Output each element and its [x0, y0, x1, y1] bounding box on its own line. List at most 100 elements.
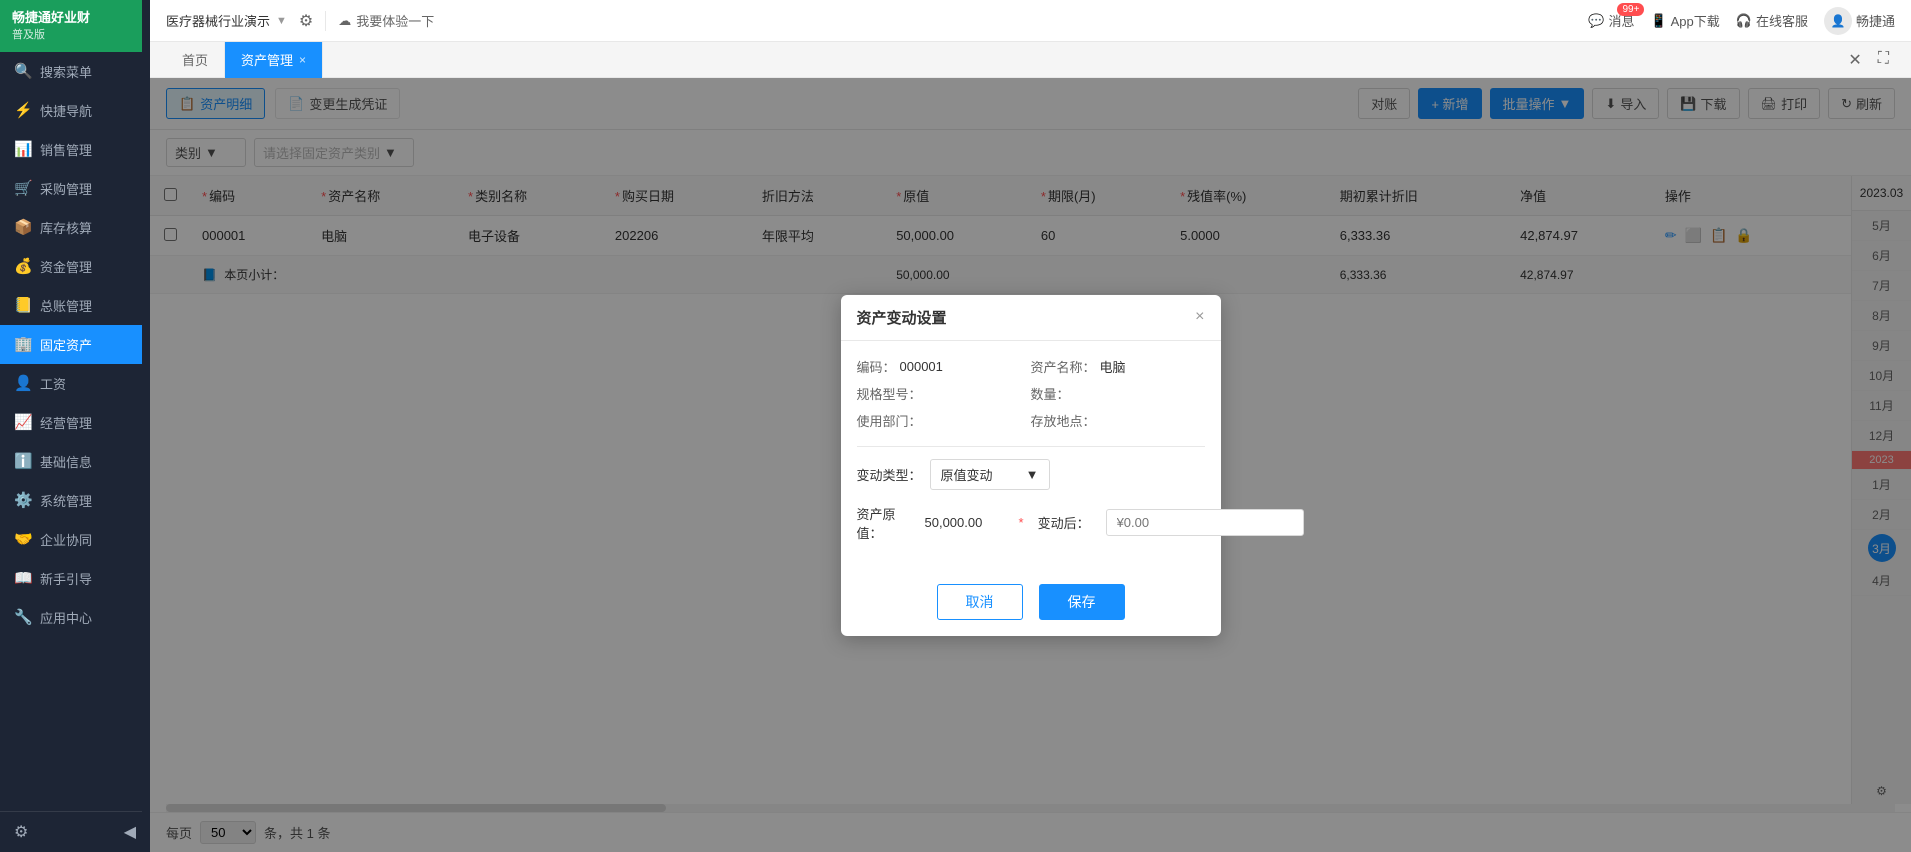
window-close-icon[interactable]: ✕ [1842, 50, 1867, 70]
menu-label: 工资 [40, 374, 66, 393]
message-badge: 99+ [1617, 3, 1644, 16]
tab-home[interactable]: 首页 [166, 42, 225, 78]
message-button[interactable]: 💬 消息 99+ [1588, 11, 1634, 30]
sidebar-logo: 畅捷通好业财 普及版 [0, 0, 150, 52]
menu-label: 固定资产 [40, 335, 92, 354]
tabbar: 首页 资产管理 × ✕ ⛶ [150, 42, 1911, 78]
change-type-label: 变动类型： [857, 465, 922, 484]
req-star-icon: * [1019, 515, 1024, 530]
department-label: 使用部门： [857, 411, 922, 430]
sidebar-bottom: ⚙ ◀ [0, 811, 150, 852]
asset-name-label: 资产名称： [1031, 357, 1096, 376]
online-service-label: 在线客服 [1756, 11, 1808, 30]
modal-department-field: 使用部门： [857, 411, 1031, 430]
location-label: 存放地点： [1031, 411, 1096, 430]
menu-label: 经营管理 [40, 413, 92, 432]
sidebar-item-搜索菜单[interactable]: 🔍搜索菜单 [0, 52, 150, 91]
tab-asset-management[interactable]: 资产管理 × [225, 42, 323, 78]
modal-code-field: 编码： 000001 [857, 357, 1031, 376]
user-name: 畅捷通 [1856, 11, 1895, 30]
modal-asset-name-field: 资产名称： 电脑 [1031, 357, 1205, 376]
modal-header: 资产变动设置 × [841, 295, 1221, 341]
menu-label: 采购管理 [40, 179, 92, 198]
content-area: 📋 资产明细 📄 变更生成凭证 对账 + 新增 批量操作 [150, 78, 1911, 852]
message-icon: 💬 [1588, 13, 1604, 29]
code-label: 编码： [857, 357, 896, 376]
menu-label: 新手引导 [40, 569, 92, 588]
page-content: 📋 资产明细 📄 变更生成凭证 对账 + 新增 批量操作 [150, 78, 1911, 852]
modal-title: 资产变动设置 [857, 307, 947, 328]
tab-close-icon[interactable]: × [299, 53, 306, 67]
menu-label: 资金管理 [40, 257, 92, 276]
app-download-button[interactable]: 📱 App下载 [1650, 11, 1719, 30]
change-type-select[interactable]: 原值变动 ▼ [930, 459, 1050, 490]
avatar: 👤 [1824, 7, 1852, 35]
sidebar: 畅捷通好业财 普及版 🔍搜索菜单⚡快捷导航 📊 销售管理 🛒采购管理📦库存核算 💰 资金管… [0, 0, 150, 852]
tab-home-label: 首页 [182, 50, 208, 69]
sidebar-item-总账管理[interactable]: 📒总账管理 [0, 286, 150, 325]
asset-value-label: 资产原值： [857, 504, 917, 542]
menu-label: 库存核算 [40, 218, 92, 237]
modal-divider [857, 446, 1205, 447]
sidebar-item-固定资产[interactable]: 🏢 固定资产 [0, 325, 150, 364]
menu-label: 销售管理 [40, 140, 92, 159]
sidebar-item-资金管理[interactable]: 💰 资金管理 [0, 247, 150, 286]
company-selector[interactable]: 医疗器械行业演示 ▼ [166, 11, 287, 30]
asset-value-display: 50,000.00 [925, 515, 1005, 530]
menu-label: 快捷导航 [40, 101, 92, 120]
user-profile[interactable]: 👤 畅捷通 [1824, 7, 1895, 35]
window-expand-icon[interactable]: ⛶ [1872, 50, 1895, 70]
menu-label: 应用中心 [40, 608, 92, 627]
experience-button[interactable]: ☁ 我要体验一下 [338, 11, 434, 30]
save-button[interactable]: 保存 [1039, 584, 1125, 620]
menu-icon: 🔍 [14, 62, 32, 80]
cancel-button[interactable]: 取消 [937, 584, 1023, 620]
app-subtitle: 普及版 [12, 26, 90, 42]
menu-icon: ⚙️ [14, 491, 32, 509]
sidebar-item-经营管理[interactable]: 📈经营管理 [0, 403, 150, 442]
settings-icon[interactable]: ⚙ [14, 822, 28, 842]
modal-footer: 取消 保存 [841, 572, 1221, 636]
modal-close-icon[interactable]: × [1195, 308, 1204, 326]
change-type-chevron-icon: ▼ [1026, 467, 1039, 482]
menu-label: 总账管理 [40, 296, 92, 315]
modal-spec-field: 规格型号： [857, 384, 1031, 403]
company-name: 医疗器械行业演示 [166, 11, 270, 30]
experience-icon: ☁ [338, 13, 351, 29]
spec-label: 规格型号： [857, 384, 922, 403]
service-icon: 🎧 [1736, 13, 1752, 29]
topbar: 医疗器械行业演示 ▼ ⚙ ☁ 我要体验一下 💬 消息 99+ 📱 App下载 🎧… [150, 0, 1911, 42]
sidebar-item-销售管理[interactable]: 📊 销售管理 [0, 130, 150, 169]
quantity-label: 数量： [1031, 384, 1070, 403]
app-download-label: App下载 [1671, 11, 1720, 30]
sidebar-item-系统管理[interactable]: ⚙️ 系统管理 [0, 481, 150, 520]
menu-icon: 🤝 [14, 530, 32, 548]
menu-icon: 📊 [14, 140, 32, 158]
sidebar-item-库存核算[interactable]: 📦库存核算 [0, 208, 150, 247]
sidebar-item-应用中心[interactable]: 🔧 应用中心 [0, 598, 150, 637]
online-service-button[interactable]: 🎧 在线客服 [1736, 11, 1808, 30]
chevron-down-icon: ▼ [276, 15, 287, 27]
settings-icon[interactable]: ⚙ [299, 11, 313, 31]
menu-icon: 🔧 [14, 608, 32, 626]
menu-label: 基础信息 [40, 452, 92, 471]
divider [325, 11, 326, 31]
sidebar-nav: 🔍搜索菜单⚡快捷导航 📊 销售管理 🛒采购管理📦库存核算 💰 资金管理 📒总账管理 🏢 固定资产… [0, 52, 150, 811]
menu-icon: 👤 [14, 374, 32, 392]
sidebar-item-基础信息[interactable]: ℹ️ 基础信息 [0, 442, 150, 481]
sidebar-item-采购管理[interactable]: 🛒采购管理 [0, 169, 150, 208]
sidebar-item-企业协同[interactable]: 🤝企业协同 [0, 520, 150, 559]
menu-icon: 💰 [14, 257, 32, 275]
modal-body: 编码： 000001 资产名称： 电脑 规格型号： [841, 341, 1221, 572]
sidebar-item-工资[interactable]: 👤 工资 [0, 364, 150, 403]
menu-icon: 🏢 [14, 335, 32, 353]
change-type-value: 原值变动 [941, 465, 993, 484]
menu-label: 系统管理 [40, 491, 92, 510]
sidebar-item-新手引导[interactable]: 📖新手引导 [0, 559, 150, 598]
change-type-field: 变动类型： 原值变动 ▼ [857, 459, 1205, 490]
sidebar-item-快捷导航[interactable]: ⚡快捷导航 [0, 91, 150, 130]
asset-value-field: 资产原值： 50,000.00 * 变动后： [857, 504, 1205, 542]
menu-icon: ℹ️ [14, 452, 32, 470]
after-change-input[interactable] [1106, 509, 1304, 536]
collapse-icon[interactable]: ◀ [124, 822, 136, 842]
